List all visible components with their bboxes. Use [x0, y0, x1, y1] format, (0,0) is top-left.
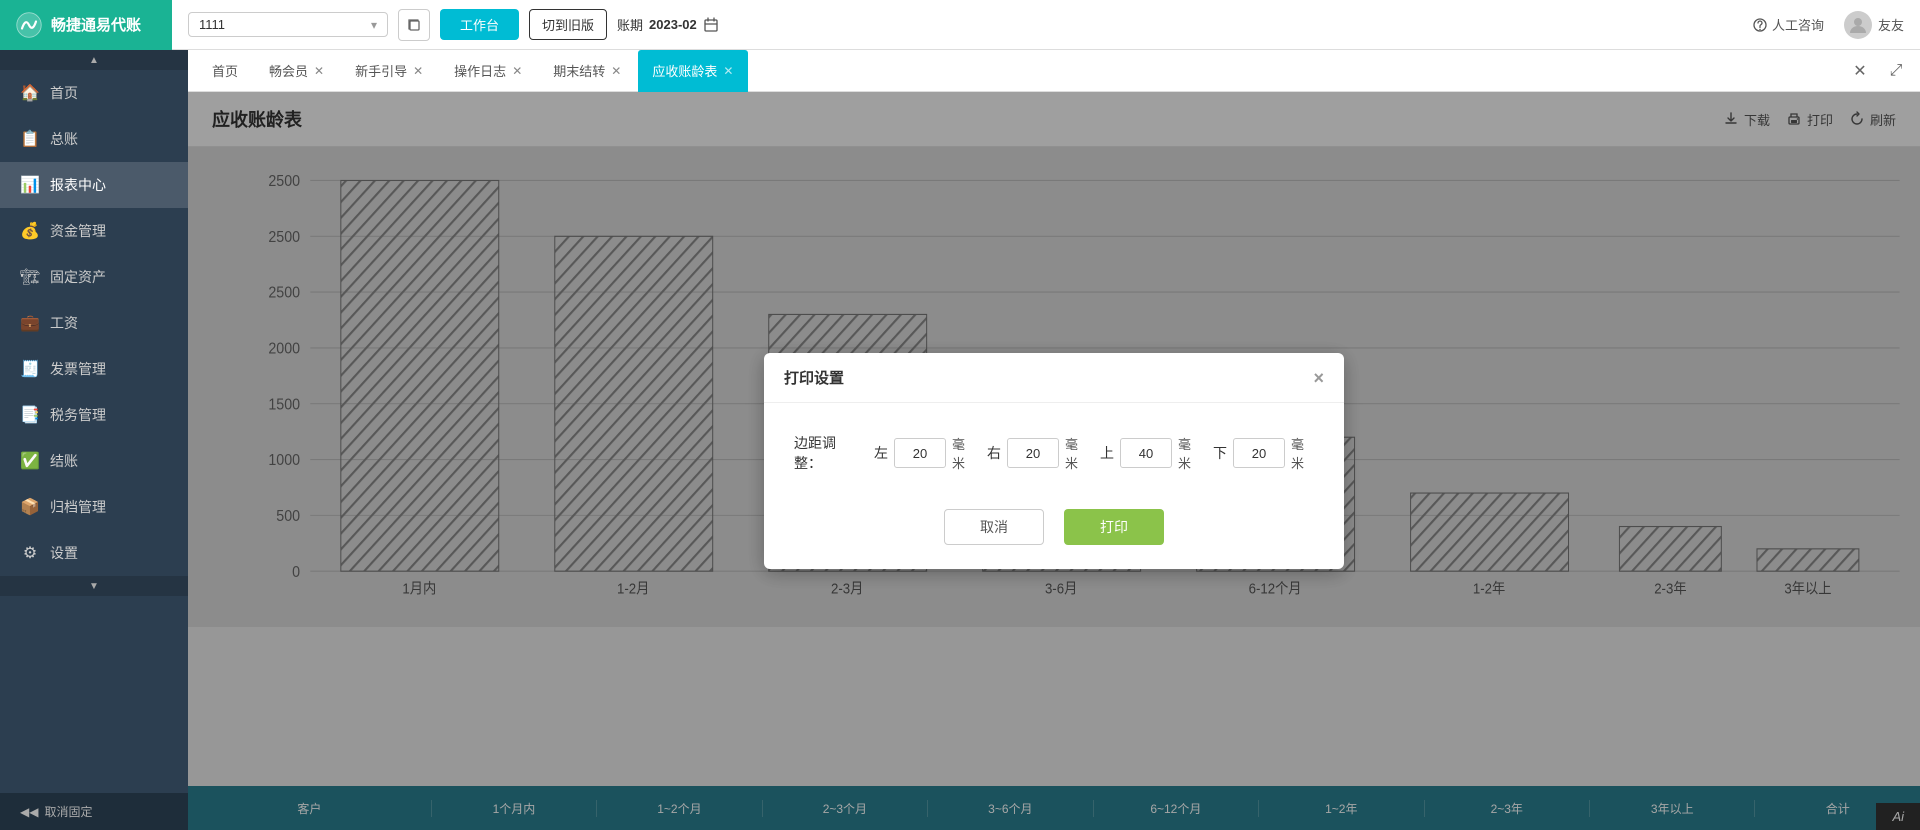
invoice-icon: 🧾 [20, 359, 40, 379]
chevron-down-icon: ▾ [371, 18, 377, 32]
left-margin-unit: 毫米 [952, 434, 975, 472]
modal-close-button[interactable]: × [1313, 369, 1324, 387]
sidebar-item-settlement[interactable]: ✅ 结账 [0, 438, 188, 484]
tabs-bar-right: ✕ ⤢ [1846, 57, 1910, 85]
close-tab-button[interactable]: ✕ [1846, 57, 1874, 85]
sidebar-collapse-button[interactable]: ◀◀ 取消固定 [0, 793, 188, 830]
sidebar-item-assets[interactable]: 🏗 固定资产 [0, 254, 188, 300]
funds-icon: 💰 [20, 221, 40, 241]
tabs-bar: 首页 畅会员 ✕ 新手引导 ✕ 操作日志 ✕ 期末结转 ✕ 应收账龄表 ✕ [188, 50, 1920, 92]
top-margin-group: 上 毫米 [1100, 434, 1201, 472]
sidebar: ▲ 🏠 首页 📋 总账 📊 报表中心 💰 资金管理 🏗 固定资产 💼 工资 🧾 … [0, 50, 188, 830]
tab-close-aging[interactable]: ✕ [723, 64, 733, 78]
bottom-margin-input[interactable] [1233, 438, 1285, 468]
modal-header: 打印设置 × [764, 353, 1344, 403]
app-logo: 畅捷通易代账 [0, 0, 172, 50]
header-right: 人工咨询 友友 [1752, 11, 1904, 39]
salary-icon: 💼 [20, 313, 40, 333]
page-area: 应收账龄表 下载 [188, 92, 1920, 830]
margin-row: 边距调整： 左 毫米 右 毫米 [794, 433, 1314, 473]
maximize-tab-button[interactable]: ⤢ [1882, 57, 1910, 85]
sidebar-item-funds[interactable]: 💰 资金管理 [0, 208, 188, 254]
sidebar-item-ledger[interactable]: 📋 总账 [0, 116, 188, 162]
cancel-button[interactable]: 取消 [944, 509, 1044, 545]
right-margin-group: 右 毫米 [987, 434, 1088, 472]
tab-close-member[interactable]: ✕ [314, 64, 324, 78]
left-margin-label: 左 [874, 443, 888, 463]
right-margin-input[interactable] [1007, 438, 1059, 468]
top-margin-unit: 毫米 [1178, 434, 1201, 472]
bottom-margin-label: 下 [1213, 443, 1227, 463]
sidebar-scroll-up[interactable]: ▲ [0, 50, 188, 70]
print-confirm-button[interactable]: 打印 [1064, 509, 1164, 545]
settlement-icon: ✅ [20, 451, 40, 471]
print-dialog: 打印设置 × 边距调整： 左 毫米 右 [764, 353, 1344, 569]
modal-title: 打印设置 [784, 367, 844, 388]
assets-icon: 🏗 [20, 267, 40, 287]
left-margin-input[interactable] [894, 438, 946, 468]
copy-icon[interactable] [398, 9, 430, 41]
home-icon: 🏠 [20, 83, 40, 103]
margin-label: 边距调整： [794, 433, 862, 473]
sidebar-item-salary[interactable]: 💼 工资 [0, 300, 188, 346]
help-button[interactable]: 人工咨询 [1752, 15, 1824, 34]
sidebar-scroll-down[interactable]: ▼ [0, 576, 188, 596]
ledger-icon: 📋 [20, 129, 40, 149]
company-selector[interactable]: 1111 ▾ [188, 12, 388, 37]
tab-member[interactable]: 畅会员 ✕ [255, 50, 339, 92]
user-menu-button[interactable]: 友友 [1844, 11, 1904, 39]
workbench-button[interactable]: 工作台 [440, 9, 519, 40]
bottom-margin-group: 下 毫米 [1213, 434, 1314, 472]
sidebar-item-invoice[interactable]: 🧾 发票管理 [0, 346, 188, 392]
tab-period-end[interactable]: 期末结转 ✕ [539, 50, 636, 92]
modal-footer: 取消 打印 [764, 493, 1344, 569]
main-content: 首页 畅会员 ✕ 新手引导 ✕ 操作日志 ✕ 期末结转 ✕ 应收账龄表 ✕ [188, 50, 1920, 830]
settings-icon: ⚙ [20, 543, 40, 563]
tab-close-guide[interactable]: ✕ [413, 64, 423, 78]
sidebar-item-archive[interactable]: 📦 归档管理 [0, 484, 188, 530]
tax-icon: 📑 [20, 405, 40, 425]
reports-icon: 📊 [20, 175, 40, 195]
tab-log[interactable]: 操作日志 ✕ [440, 50, 537, 92]
modal-overlay: 打印设置 × 边距调整： 左 毫米 右 [188, 92, 1920, 830]
right-margin-label: 右 [987, 443, 1001, 463]
top-margin-label: 上 [1100, 443, 1114, 463]
right-margin-unit: 毫米 [1065, 434, 1088, 472]
tab-home[interactable]: 首页 [198, 50, 253, 92]
archive-icon: 📦 [20, 497, 40, 517]
tab-close-log[interactable]: ✕ [512, 64, 522, 78]
modal-body: 边距调整： 左 毫米 右 毫米 [764, 403, 1344, 493]
avatar [1844, 11, 1872, 39]
sidebar-item-settings[interactable]: ⚙ 设置 [0, 530, 188, 576]
sidebar-item-home[interactable]: 🏠 首页 [0, 70, 188, 116]
tab-guide[interactable]: 新手引导 ✕ [341, 50, 438, 92]
tab-close-period-end[interactable]: ✕ [611, 64, 621, 78]
tab-aging[interactable]: 应收账龄表 ✕ [638, 50, 748, 92]
sidebar-item-reports[interactable]: 📊 报表中心 [0, 162, 188, 208]
left-margin-group: 左 毫米 [874, 434, 975, 472]
period-display: 账期 2023-02 [617, 15, 719, 34]
sidebar-item-tax[interactable]: 📑 税务管理 [0, 392, 188, 438]
switch-version-button[interactable]: 切到旧版 [529, 9, 607, 40]
pin-icon: ◀◀ [20, 805, 38, 819]
top-margin-input[interactable] [1120, 438, 1172, 468]
bottom-margin-unit: 毫米 [1291, 434, 1314, 472]
